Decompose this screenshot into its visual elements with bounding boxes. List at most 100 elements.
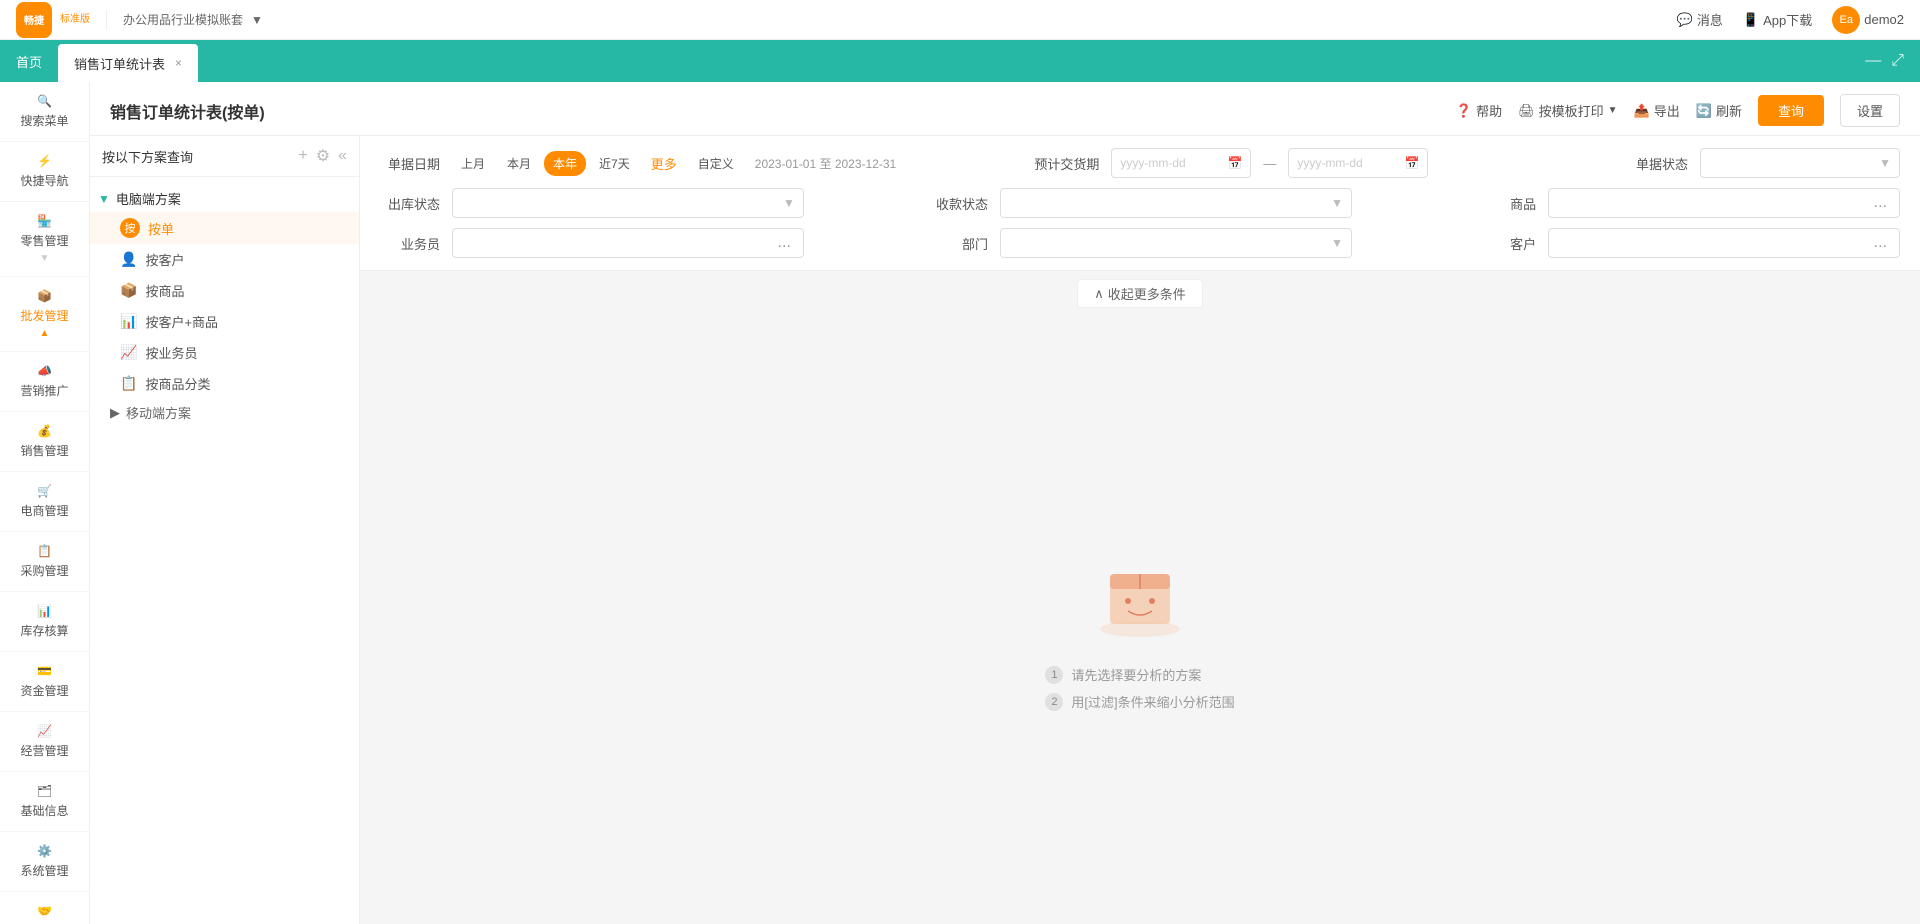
delivery-status-label: 出库状态: [380, 194, 440, 213]
refresh-icon: 🔄: [1696, 103, 1712, 119]
tree-item-by-order-label: 按单: [148, 219, 174, 238]
order-status-arrow: ▼: [1879, 156, 1891, 170]
tree-item-by-product-label: 按商品: [145, 281, 184, 300]
message-icon: 💬: [1677, 12, 1693, 28]
date-7days-btn[interactable]: 近7天: [590, 151, 639, 176]
app-download-btn[interactable]: 📱 App下载: [1743, 10, 1812, 29]
active-indicator: 按: [120, 218, 140, 238]
tab-home[interactable]: 首页: [0, 40, 58, 82]
sidebar-quick-nav[interactable]: ⚡ 快捷导航: [0, 142, 89, 202]
salesperson-select[interactable]: ...: [452, 228, 804, 258]
refresh-btn[interactable]: 🔄 刷新: [1696, 101, 1742, 120]
date-last-month-btn[interactable]: 上月: [452, 151, 494, 176]
filter-row-2: 出库状态 ▼ 收款状态 ▼ 商品: [380, 188, 1900, 218]
tab-maximize-icon[interactable]: ⤢: [1891, 52, 1904, 70]
pc-group-header[interactable]: ▼ 电脑端方案: [90, 185, 359, 212]
salesperson-more-btn[interactable]: ...: [774, 234, 795, 252]
mobile-expand-icon: ▶: [110, 405, 120, 421]
tree-item-by-category[interactable]: 📋 按商品分类: [90, 368, 359, 399]
delivery-status-select[interactable]: ▼: [452, 188, 804, 218]
tree-item-by-customer[interactable]: 👤 按客户: [90, 244, 359, 275]
salesperson-label: 业务员: [380, 234, 440, 253]
add-scheme-icon[interactable]: +: [298, 147, 307, 165]
purchase-icon: 📋: [37, 544, 52, 558]
tab-sales-order[interactable]: 销售订单统计表 ×: [58, 44, 198, 82]
collapse-panel-icon[interactable]: «: [338, 147, 347, 165]
user-menu[interactable]: Ea demo2: [1832, 6, 1904, 34]
search-icon: 🔍: [37, 94, 52, 108]
message-btn[interactable]: 💬 消息: [1677, 10, 1723, 29]
query-button[interactable]: 查询: [1758, 95, 1824, 126]
sidebar-item-inventory[interactable]: 📊 库存核算: [0, 592, 89, 652]
date-this-year-btn[interactable]: 本年: [544, 151, 586, 176]
retail-arrow: ▼: [40, 253, 50, 264]
sidebar-item-enterprise[interactable]: 🤝 企业协同: [0, 892, 89, 924]
tab-close-icon[interactable]: ×: [175, 56, 182, 70]
sidebar-item-system[interactable]: ⚙️ 系统管理: [0, 832, 89, 892]
tree-item-by-salesperson[interactable]: 📈 按业务员: [90, 337, 359, 368]
help-btn[interactable]: ❓ 帮助: [1456, 101, 1502, 120]
retail-icon: 🏪: [37, 214, 52, 228]
sidebar-item-finance[interactable]: 💳 资金管理: [0, 652, 89, 712]
settings-button[interactable]: 设置: [1840, 94, 1900, 127]
customer-more-btn[interactable]: ...: [1870, 234, 1891, 252]
empty-illustration: [1080, 529, 1200, 649]
scheme-settings-icon[interactable]: ⚙: [316, 146, 330, 166]
top-bar-right: 💬 消息 📱 App下载 Ea demo2: [1677, 6, 1904, 34]
product-select[interactable]: ...: [1548, 188, 1900, 218]
sidebar-item-sales[interactable]: 💰 销售管理: [0, 412, 89, 472]
customer-tree-icon: 👤: [120, 251, 137, 268]
collapse-area: ∧ 收起更多条件: [360, 271, 1920, 316]
collapse-btn[interactable]: ∧ 收起更多条件: [1077, 279, 1203, 308]
order-status-label: 单据状态: [1628, 154, 1688, 173]
sidebar-item-operation[interactable]: 📈 经营管理: [0, 712, 89, 772]
date-separator: —: [1263, 156, 1276, 171]
sidebar-item-retail[interactable]: 🏪 零售管理 ▼: [0, 202, 89, 277]
tree-item-by-customer-product[interactable]: 📊 按客户+商品: [90, 306, 359, 337]
expected-date-start[interactable]: yyyy-mm-dd 📅: [1111, 148, 1251, 178]
sidebar-item-wholesale[interactable]: 📦 批发管理 ▲: [0, 277, 89, 352]
print-btn[interactable]: 🖨 按模板打印 ▼: [1518, 101, 1617, 120]
top-bar: 畅捷 标准版 办公用品行业模拟账套 ▼ 💬 消息 📱 App下载 Ea demo…: [0, 0, 1920, 40]
download-icon: 📱: [1743, 12, 1759, 28]
product-more-btn[interactable]: ...: [1870, 194, 1891, 212]
mobile-group-header[interactable]: ▶ 移动端方案: [90, 399, 359, 426]
date-range-text: 2023-01-01 至 2023-12-31: [755, 155, 896, 172]
order-status-select[interactable]: ▼: [1700, 148, 1900, 178]
ecommerce-icon: 🛒: [37, 484, 52, 498]
sidebar-search[interactable]: 🔍 搜索菜单: [0, 82, 89, 142]
app-dropdown[interactable]: ▼: [251, 13, 263, 27]
category-tree-icon: 📋: [120, 375, 137, 392]
pc-scheme-group: ▼ 电脑端方案 按 按单 👤 按客户 📦 按: [90, 185, 359, 399]
pc-group-label: 电脑端方案: [116, 189, 181, 208]
sidebar-item-basic[interactable]: 🗂 基础信息: [0, 772, 89, 832]
top-bar-left: 畅捷 标准版 办公用品行业模拟账套 ▼: [16, 2, 263, 38]
date-label: 单据日期: [380, 154, 440, 173]
wholesale-icon: 📦: [37, 289, 52, 303]
expected-date-end[interactable]: yyyy-mm-dd 📅: [1288, 148, 1428, 178]
wholesale-arrow: ▲: [40, 328, 50, 339]
date-custom-btn[interactable]: 自定义: [689, 151, 743, 176]
date-range-display: 2023-01-01 至 2023-12-31: [755, 155, 931, 172]
sidebar-item-marketing[interactable]: 📣 营销推广: [0, 352, 89, 412]
print-icon: 🖨: [1518, 103, 1535, 119]
product-tree-icon: 📦: [120, 282, 137, 299]
customer-select[interactable]: ...: [1548, 228, 1900, 258]
tree-item-by-order[interactable]: 按 按单: [90, 212, 359, 244]
tree-item-by-product[interactable]: 📦 按商品: [90, 275, 359, 306]
date-this-month-btn[interactable]: 本月: [498, 151, 540, 176]
date-more-btn[interactable]: 更多: [643, 151, 685, 176]
calendar-icon-2: 📅: [1404, 156, 1419, 170]
app-name: 办公用品行业模拟账套: [123, 11, 243, 28]
sidebar-item-ecommerce[interactable]: 🛒 电商管理: [0, 472, 89, 532]
tree-item-by-customer-label: 按客户: [145, 250, 184, 269]
page-title: 销售订单统计表(按单): [110, 99, 265, 123]
date-quick-btns: 上月 本月 本年 近7天 更多 自定义: [452, 151, 743, 176]
tab-minimize-icon[interactable]: —: [1865, 52, 1881, 70]
export-btn[interactable]: 📤 导出: [1634, 101, 1680, 120]
finance-icon: 💳: [37, 664, 52, 678]
payment-status-select[interactable]: ▼: [1000, 188, 1352, 218]
sidebar-item-purchase[interactable]: 📋 采购管理: [0, 532, 89, 592]
department-select[interactable]: ▼: [1000, 228, 1352, 258]
salesperson-tree-icon: 📈: [120, 344, 137, 361]
